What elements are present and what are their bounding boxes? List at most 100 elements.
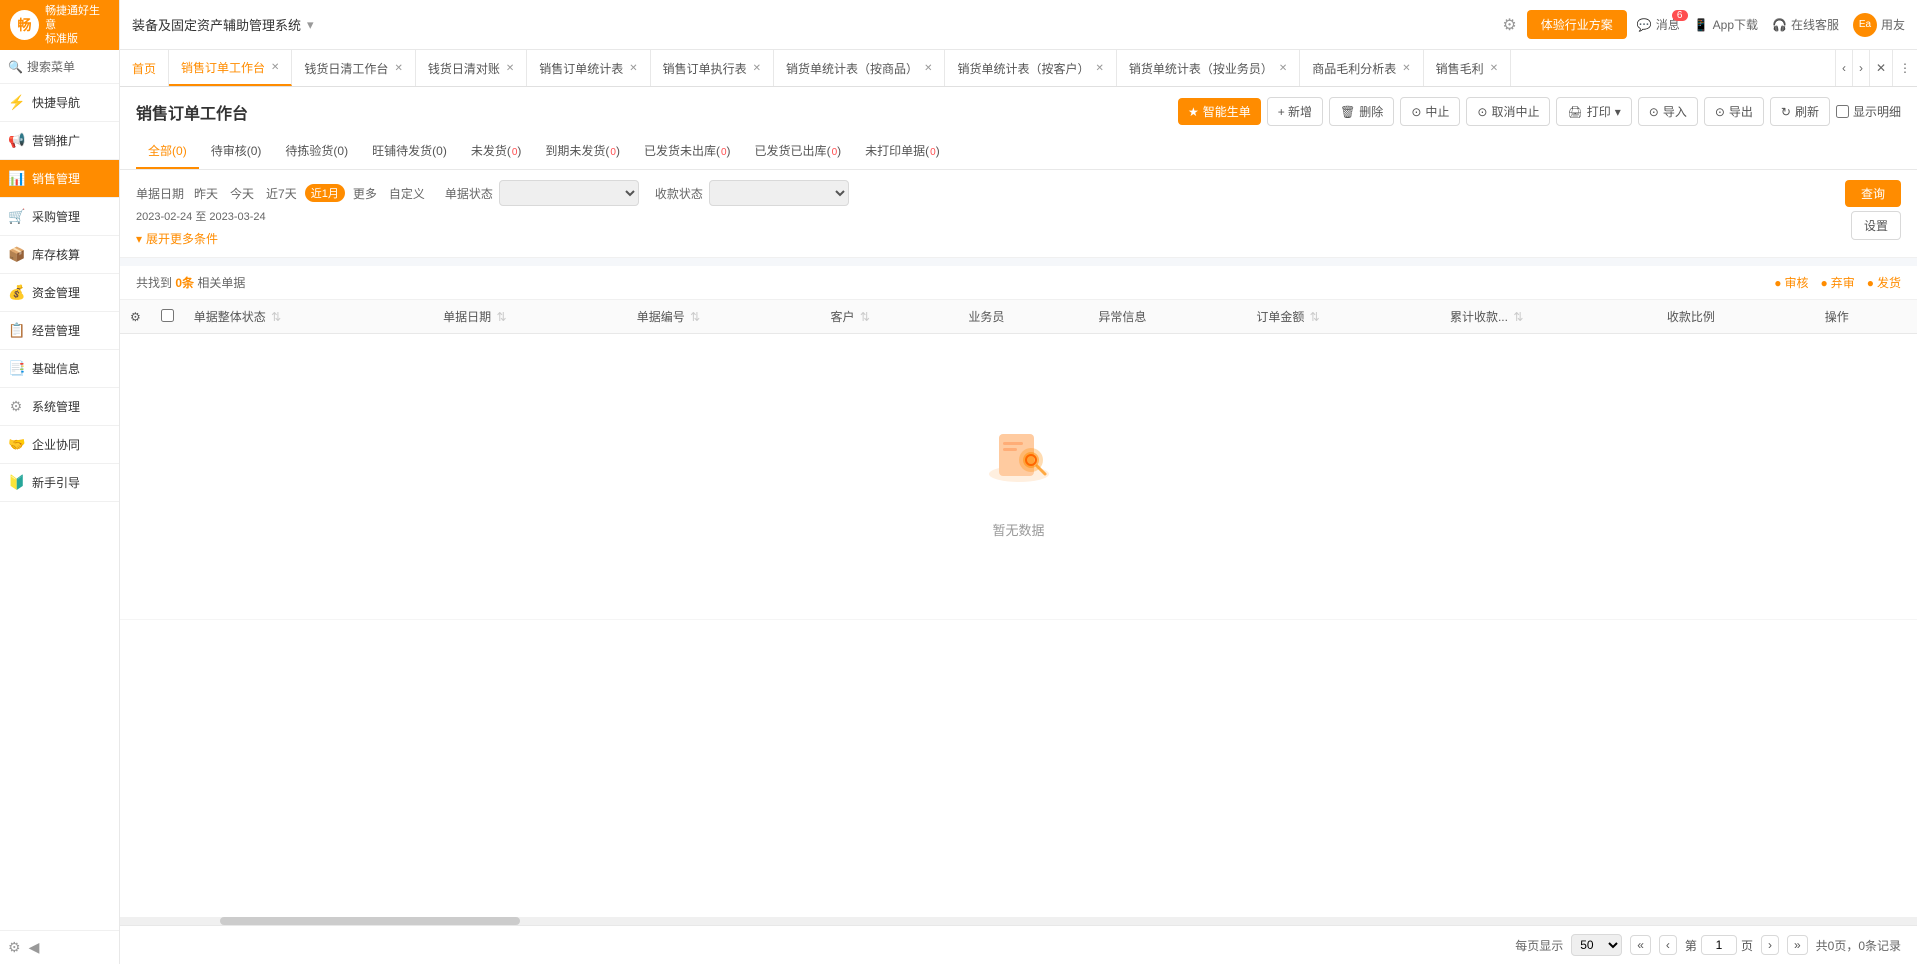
tab-prev-button[interactable]: ‹: [1835, 50, 1852, 86]
sidebar-item-operation[interactable]: 📋 经营管理: [0, 312, 119, 350]
sidebar-item-marketing[interactable]: 📢 营销推广: [0, 122, 119, 160]
cancel-review-op-button[interactable]: ● 弃审: [1820, 274, 1854, 291]
subtab-shipped-out[interactable]: 已发货已出库(0): [743, 134, 854, 169]
import-button[interactable]: ⊙ 导入: [1638, 97, 1698, 126]
status-select[interactable]: [499, 180, 639, 206]
payment-select[interactable]: [709, 180, 849, 206]
sidebar-item-purchase[interactable]: 🛒 采购管理: [0, 198, 119, 236]
tab-sales-summary-customer[interactable]: 销货单统计表（按客户） ✕: [945, 50, 1116, 86]
subtab-wangpu-pending[interactable]: 旺铺待发货(0): [360, 134, 459, 169]
refresh-button[interactable]: ↻ 刷新: [1770, 97, 1830, 126]
tab-sales-summary-staff[interactable]: 销货单统计表（按业务员） ✕: [1117, 50, 1300, 86]
tab-close-sales-summary-customer[interactable]: ✕: [1095, 63, 1103, 74]
next-page-button[interactable]: ›: [1761, 935, 1779, 955]
clipboard-icon: 📋: [8, 322, 24, 339]
date-btn-yesterday[interactable]: 昨天: [190, 184, 222, 203]
tab-menu-button[interactable]: ⋮: [1892, 50, 1917, 86]
sidebar-item-sales[interactable]: 📊 销售管理: [0, 160, 119, 198]
page-input[interactable]: [1701, 935, 1737, 955]
date-btn-today[interactable]: 今天: [226, 184, 258, 203]
subtab-shipped-not-out[interactable]: 已发货未出库(0): [632, 134, 743, 169]
col-gear[interactable]: ⚙: [120, 300, 151, 334]
delete-button[interactable]: 🗑 删除: [1329, 97, 1394, 126]
subtab-pending-review[interactable]: 待审核(0): [199, 134, 274, 169]
smart-create-button[interactable]: ★ 智能生单: [1178, 98, 1261, 125]
tab-close-sales-summary-product[interactable]: ✕: [924, 63, 932, 74]
sort-customer-icon[interactable]: ⇅: [860, 310, 870, 324]
sort-collected-icon[interactable]: ⇅: [1513, 310, 1523, 324]
tab-close-sales-workbench[interactable]: ✕: [271, 62, 279, 73]
subtab-overdue-not-shipped[interactable]: 到期未发货(0): [533, 134, 632, 169]
tab-sales-workbench[interactable]: 销售订单工作台 ✕: [169, 50, 292, 86]
prev-page-button[interactable]: ‹: [1659, 935, 1677, 955]
import-icon: ⊙: [1649, 105, 1659, 119]
tab-close-cash-daily[interactable]: ✕: [394, 63, 402, 74]
subtab-not-printed[interactable]: 未打印单据(0): [853, 134, 952, 169]
export-button[interactable]: ⊙ 导出: [1704, 97, 1764, 126]
cancel-stop-button[interactable]: ⊙ 取消中止: [1466, 97, 1550, 126]
select-all-checkbox[interactable]: [161, 309, 174, 322]
solution-button[interactable]: 体验行业方案: [1527, 10, 1627, 39]
tab-close-sales-profit[interactable]: ✕: [1490, 63, 1498, 74]
subtab-not-shipped[interactable]: 未发货(0): [459, 134, 534, 169]
online-service-item[interactable]: 🎧 在线客服: [1772, 16, 1839, 33]
tab-close-all-button[interactable]: ✕: [1869, 50, 1892, 86]
date-btn-more[interactable]: 更多: [349, 184, 381, 203]
sidebar-item-finance[interactable]: 💰 资金管理: [0, 274, 119, 312]
sort-amount-icon[interactable]: ⇅: [1310, 310, 1320, 324]
collapse-icon[interactable]: ◀: [29, 939, 40, 956]
sidebar-item-enterprise[interactable]: 🤝 企业协同: [0, 426, 119, 464]
tab-cash-daily[interactable]: 钱货日清工作台 ✕: [292, 50, 415, 86]
date-btn-7days[interactable]: 近7天: [262, 184, 301, 203]
settings-bottom-icon[interactable]: ⚙: [8, 939, 21, 956]
expand-filters-button[interactable]: ▾ 展开更多条件: [136, 230, 1833, 247]
set-button[interactable]: 设置: [1851, 211, 1901, 240]
tab-close-product-margin[interactable]: ✕: [1402, 63, 1410, 74]
ship-op-button[interactable]: ● 发货: [1867, 274, 1901, 291]
tab-close-sales-summary-staff[interactable]: ✕: [1279, 63, 1287, 74]
sidebar-item-inventory[interactable]: 📦 库存核算: [0, 236, 119, 274]
tab-product-margin[interactable]: 商品毛利分析表 ✕: [1300, 50, 1423, 86]
subtab-all[interactable]: 全部(0): [136, 134, 199, 169]
tab-sales-profit[interactable]: 销售毛利 ✕: [1424, 50, 1511, 86]
app-download-item[interactable]: 📱 App下载: [1694, 16, 1758, 33]
tab-cash-reconcile[interactable]: 钱货日清对账 ✕: [416, 50, 527, 86]
sidebar-item-system[interactable]: ⚙ 系统管理: [0, 388, 119, 426]
horizontal-scrollbar[interactable]: [120, 917, 1917, 925]
first-page-button[interactable]: «: [1630, 935, 1651, 955]
per-page-select[interactable]: 20 50 100: [1571, 934, 1622, 956]
sort-date-icon[interactable]: ⇅: [497, 310, 507, 324]
subtab-pending-check[interactable]: 待拣验货(0): [273, 134, 360, 169]
sort-number-icon[interactable]: ⇅: [690, 310, 700, 324]
sidebar-item-basic[interactable]: 📑 基础信息: [0, 350, 119, 388]
sidebar-item-guide[interactable]: 🔰 新手引导: [0, 464, 119, 502]
last-page-button[interactable]: »: [1787, 935, 1808, 955]
tab-next-button[interactable]: ›: [1852, 50, 1869, 86]
user-menu[interactable]: Ea 用友: [1853, 13, 1905, 37]
date-btn-1month[interactable]: 近1月: [305, 184, 345, 202]
print-button[interactable]: 🖨 打印 ▾: [1556, 97, 1631, 126]
tab-sales-summary-product[interactable]: 销货单统计表（按商品） ✕: [774, 50, 945, 86]
review-op-button[interactable]: ● 审核: [1774, 274, 1808, 291]
tab-sales-stats[interactable]: 销售订单统计表 ✕: [527, 50, 650, 86]
tab-sales-exec[interactable]: 销售订单执行表 ✕: [651, 50, 774, 86]
tab-close-sales-exec[interactable]: ✕: [753, 63, 761, 74]
tab-close-sales-stats[interactable]: ✕: [629, 63, 637, 74]
query-button[interactable]: 查询: [1845, 180, 1901, 207]
date-btn-custom[interactable]: 自定义: [385, 184, 429, 203]
sort-status-icon[interactable]: ⇅: [271, 310, 281, 324]
settings-icon[interactable]: ⚙: [1502, 15, 1516, 35]
tab-close-cash-reconcile[interactable]: ✕: [506, 63, 514, 74]
avatar: Ea: [1853, 13, 1877, 37]
sidebar-item-quick-nav[interactable]: ⚡ 快捷导航: [0, 84, 119, 122]
message-icon-item[interactable]: 💬 消息 6: [1637, 16, 1680, 33]
add-button[interactable]: + 新增: [1267, 97, 1323, 126]
show-detail-checkbox-label[interactable]: 显示明细: [1836, 103, 1901, 120]
show-detail-checkbox[interactable]: [1836, 105, 1849, 118]
col-check[interactable]: [151, 300, 184, 334]
search-menu[interactable]: 🔍 搜索菜单: [0, 50, 119, 84]
system-dropdown-icon[interactable]: ▾: [307, 17, 314, 33]
stop-button[interactable]: ⊙ 中止: [1400, 97, 1460, 126]
tab-home[interactable]: 首页: [120, 50, 169, 86]
scrollbar-thumb[interactable]: [220, 917, 520, 925]
